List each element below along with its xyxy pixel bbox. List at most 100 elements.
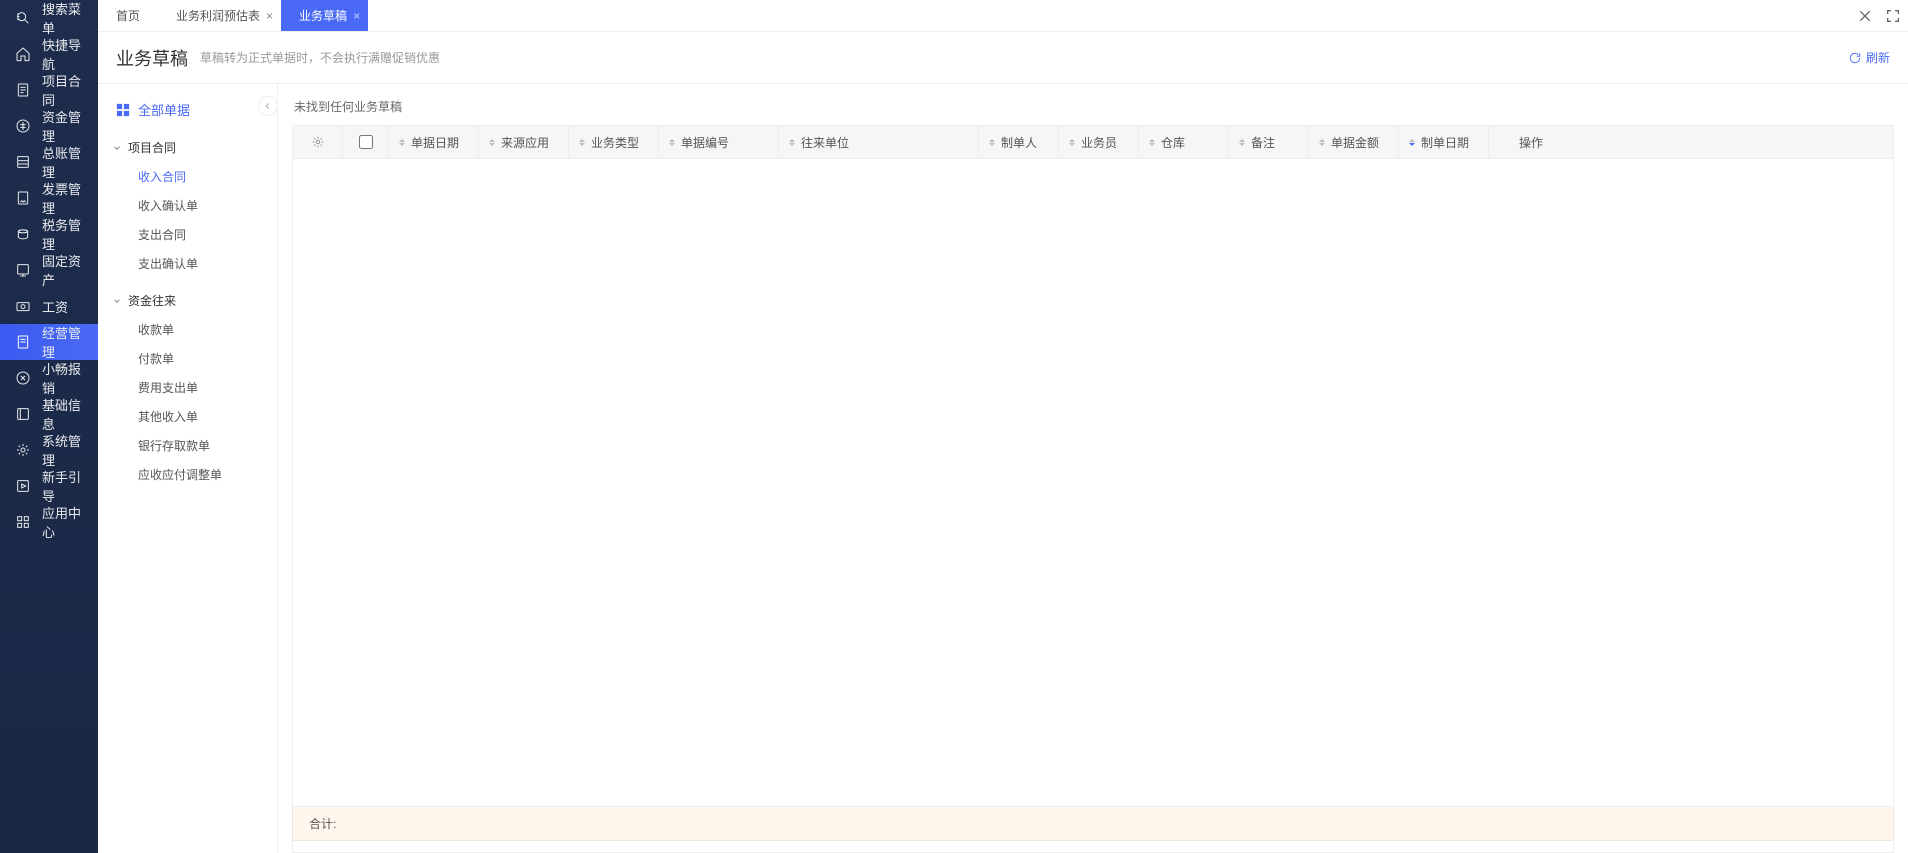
page-header: 业务草稿 草稿转为正式单据时，不会执行满赠促销优惠 刷新 [98,32,1908,84]
sidebar-item-salary[interactable]: 工资 [0,288,98,324]
tab-label: 业务利润预估表 [176,7,260,24]
sec-item-receipt[interactable]: 收款单 [98,315,277,344]
select-all-checkbox[interactable] [359,135,373,149]
group-project-contract[interactable]: 项目合同 [98,133,277,162]
col-create-date[interactable]: 制单日期 [1399,126,1489,158]
col-source-app[interactable]: 来源应用 [479,126,569,158]
home-icon [14,45,32,63]
sidebar-item-ledger[interactable]: 总账管理 [0,144,98,180]
guide-icon [14,477,32,495]
ledger-icon [14,153,32,171]
sidebar-item-base[interactable]: 基础信息 [0,396,98,432]
col-note[interactable]: 备注 [1229,126,1309,158]
sidebar-item-search[interactable]: 搜索菜单 [0,0,98,36]
group-label: 项目合同 [128,139,176,156]
reimburse-icon [14,369,32,387]
sidebar-item-tax[interactable]: 税务管理 [0,216,98,252]
sidebar-label: 工资 [42,297,68,316]
sidebar-label: 小畅报销 [42,359,84,397]
table-header-row: 单据日期 来源应用 业务类型 单据编号 往来单位 制单人 业务员 仓库 备注 单… [292,125,1894,159]
close-all-tabs-button[interactable] [1856,7,1874,25]
refresh-button[interactable]: 刷新 [1848,49,1890,66]
chevron-down-icon [112,143,122,153]
all-docs-header[interactable]: 全部单据 [98,92,277,129]
horizontal-scrollbar[interactable] [292,841,1894,853]
asset-icon [14,261,32,279]
col-party[interactable]: 往来单位 [779,126,979,158]
col-amount[interactable]: 单据金额 [1309,126,1399,158]
sidebar-item-system[interactable]: 系统管理 [0,432,98,468]
sidebar-item-business[interactable]: 经营管理 [0,324,98,360]
col-doc-no[interactable]: 单据编号 [659,126,779,158]
main-sidebar: 搜索菜单 快捷导航 项目合同 资金管理 总账管理 发票管理 税务管理 固定资产 [0,0,98,853]
sidebar-label: 总账管理 [42,143,84,181]
sec-item-income-confirm[interactable]: 收入确认单 [98,191,277,220]
sidebar-item-asset[interactable]: 固定资产 [0,252,98,288]
table-area: 未找到任何业务草稿 单据日期 来源应用 业务类型 单据编号 往来单位 [278,84,1908,853]
sidebar-label: 税务管理 [42,215,84,253]
fullscreen-button[interactable] [1884,7,1902,25]
table-footer-row: 合计: [292,807,1894,841]
sidebar-label: 快捷导航 [42,35,84,73]
tab-bar: 首页 业务利润预估表 × 业务草稿 × [98,0,1908,32]
col-biz-type[interactable]: 业务类型 [569,126,659,158]
sidebar-item-nav[interactable]: 快捷导航 [0,36,98,72]
tab-label: 业务草稿 [299,7,347,24]
tax-icon [14,225,32,243]
group-label: 资金往来 [128,292,176,309]
sidebar-item-reimburse[interactable]: 小畅报销 [0,360,98,396]
sidebar-item-apps[interactable]: 应用中心 [0,504,98,540]
col-action: 操作 [1489,126,1573,158]
sidebar-label: 项目合同 [42,71,84,109]
sec-item-expense[interactable]: 费用支出单 [98,373,277,402]
salary-icon [14,297,32,315]
gear-icon [311,135,325,149]
sidebar-label: 资金管理 [42,107,84,145]
all-docs-label: 全部单据 [138,100,190,119]
sec-item-payment[interactable]: 付款单 [98,344,277,373]
apps-icon [14,513,32,531]
table-body [292,159,1894,807]
tab-profit-estimate[interactable]: 业务利润预估表 × [158,0,281,31]
sidebar-item-fund[interactable]: 资金管理 [0,108,98,144]
close-icon[interactable]: × [266,9,273,23]
sidebar-label: 固定资产 [42,251,84,289]
close-icon[interactable]: × [353,9,360,23]
grid-icon [116,103,130,117]
col-maker[interactable]: 制单人 [979,126,1059,158]
column-settings-button[interactable] [293,126,343,158]
total-label: 合计: [293,815,336,832]
sidebar-label: 系统管理 [42,431,84,469]
select-all-column [343,126,389,158]
tab-business-draft[interactable]: 业务草稿 × [281,0,368,31]
sidebar-item-invoice[interactable]: 发票管理 [0,180,98,216]
col-doc-date[interactable]: 单据日期 [389,126,479,158]
refresh-label: 刷新 [1866,49,1890,66]
sec-item-expense-contract[interactable]: 支出合同 [98,220,277,249]
biz-icon [14,333,32,351]
sec-item-expense-confirm[interactable]: 支出确认单 [98,249,277,278]
col-sales[interactable]: 业务员 [1059,126,1139,158]
page-subtitle: 草稿转为正式单据时，不会执行满赠促销优惠 [200,49,440,66]
tab-label: 首页 [116,7,140,24]
sidebar-label: 新手引导 [42,467,84,505]
page-title: 业务草稿 [116,45,188,71]
search-icon [14,9,32,27]
sec-item-ar-ap-adjust[interactable]: 应收应付调整单 [98,460,277,489]
chevron-down-icon [112,296,122,306]
sec-item-income-contract[interactable]: 收入合同 [98,162,277,191]
wallet-icon [14,117,32,135]
sidebar-label: 搜索菜单 [42,0,84,37]
sec-item-other-income[interactable]: 其他收入单 [98,402,277,431]
tab-home[interactable]: 首页 [98,0,158,31]
secondary-sidebar: 全部单据 项目合同 收入合同 收入确认单 支出合同 支出确认单 [98,84,278,853]
sec-item-bank-transfer[interactable]: 银行存取款单 [98,431,277,460]
collapse-sidebar-button[interactable] [258,96,278,116]
group-fund-flow[interactable]: 资金往来 [98,286,277,315]
sidebar-label: 经营管理 [42,323,84,361]
empty-message: 未找到任何业务草稿 [292,94,1894,125]
sidebar-item-contract[interactable]: 项目合同 [0,72,98,108]
sidebar-item-guide[interactable]: 新手引导 [0,468,98,504]
system-icon [14,441,32,459]
col-warehouse[interactable]: 仓库 [1139,126,1229,158]
